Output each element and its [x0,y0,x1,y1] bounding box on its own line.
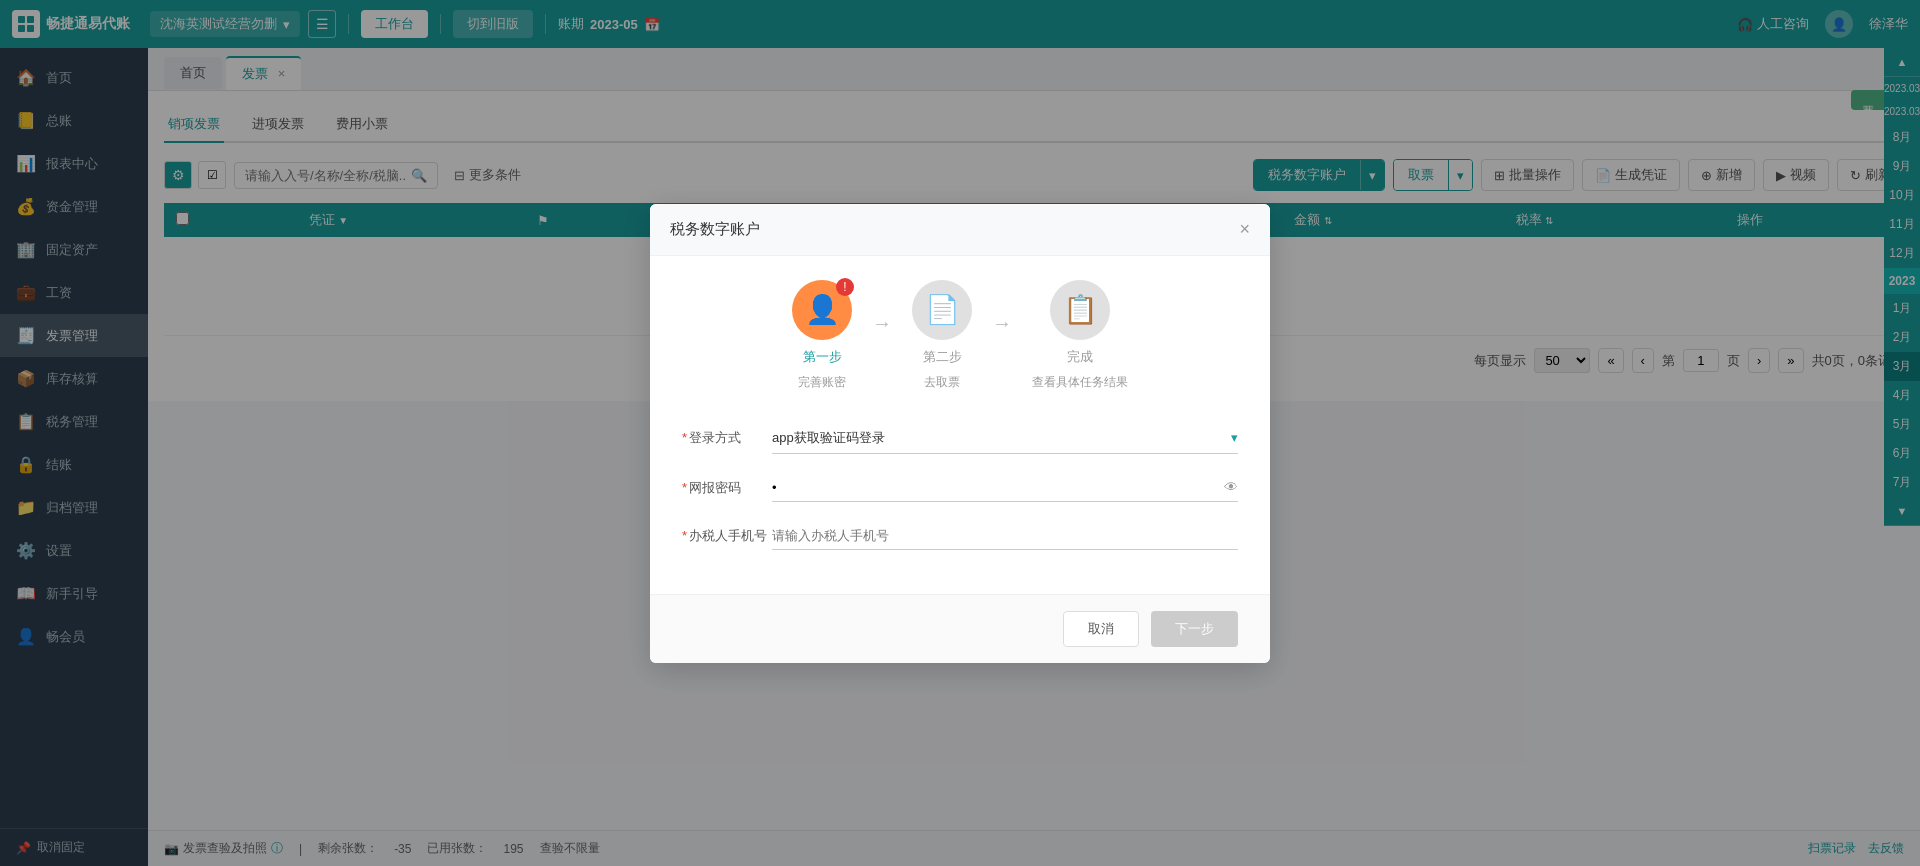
form-row-login-method: 登录方式 app获取验证码登录 ▾ [682,423,1238,454]
step-1-label: 第一步 [803,348,842,366]
modal-footer: 取消 下一步 [650,594,1270,663]
step-3-circle: 📋 [1050,280,1110,340]
cancel-button[interactable]: 取消 [1063,611,1139,647]
phone-input[interactable] [772,522,1238,549]
step-3-desc: 查看具体任务结果 [1032,374,1128,391]
modal-header: 税务数字账户 × [650,204,1270,256]
step-2-desc: 去取票 [924,374,960,391]
form-row-password: 网报密码 👁 [682,474,1238,502]
step-2-label: 第二步 [923,348,962,366]
login-method-chevron: ▾ [1231,430,1238,445]
login-method-select[interactable]: app获取验证码登录 ▾ [772,423,1238,454]
tax-digital-modal: 税务数字账户 × 👤 ! 第一步 完善账密 → [650,204,1270,663]
eye-icon[interactable]: 👁 [1224,479,1238,495]
step-1-circle: 👤 ! [792,280,852,340]
step-2-icon: 📄 [925,293,960,326]
login-method-value: app获取验证码登录 [772,429,885,447]
modal-overlay[interactable]: 税务数字账户 × 👤 ! 第一步 完善账密 → [0,0,1920,866]
step-1-desc: 完善账密 [798,374,846,391]
step-1-badge: ! [836,278,854,296]
step-1: 👤 ! 第一步 完善账密 [792,280,852,391]
phone-input-wrap [772,522,1238,550]
step-3: 📋 完成 查看具体任务结果 [1032,280,1128,391]
phone-label: 办税人手机号 [682,527,772,545]
steps-indicator: 👤 ! 第一步 完善账密 → 📄 第二步 去取票 → [682,280,1238,391]
password-label: 网报密码 [682,479,772,497]
modal-body: 👤 ! 第一步 完善账密 → 📄 第二步 去取票 → [650,256,1270,594]
step-3-icon: 📋 [1063,293,1098,326]
step-arrow-1: → [872,312,892,335]
step-arrow-2: → [992,312,1012,335]
modal-title: 税务数字账户 [670,220,760,239]
step-2: 📄 第二步 去取票 [912,280,972,391]
next-button[interactable]: 下一步 [1151,611,1238,647]
step-3-label: 完成 [1067,348,1093,366]
modal-close-button[interactable]: × [1239,220,1250,238]
login-method-label: 登录方式 [682,429,772,447]
step-1-icon: 👤 [805,293,840,326]
password-input-wrap: 👁 [772,474,1238,502]
form-row-phone: 办税人手机号 [682,522,1238,550]
step-2-circle: 📄 [912,280,972,340]
password-input[interactable] [772,474,1224,501]
